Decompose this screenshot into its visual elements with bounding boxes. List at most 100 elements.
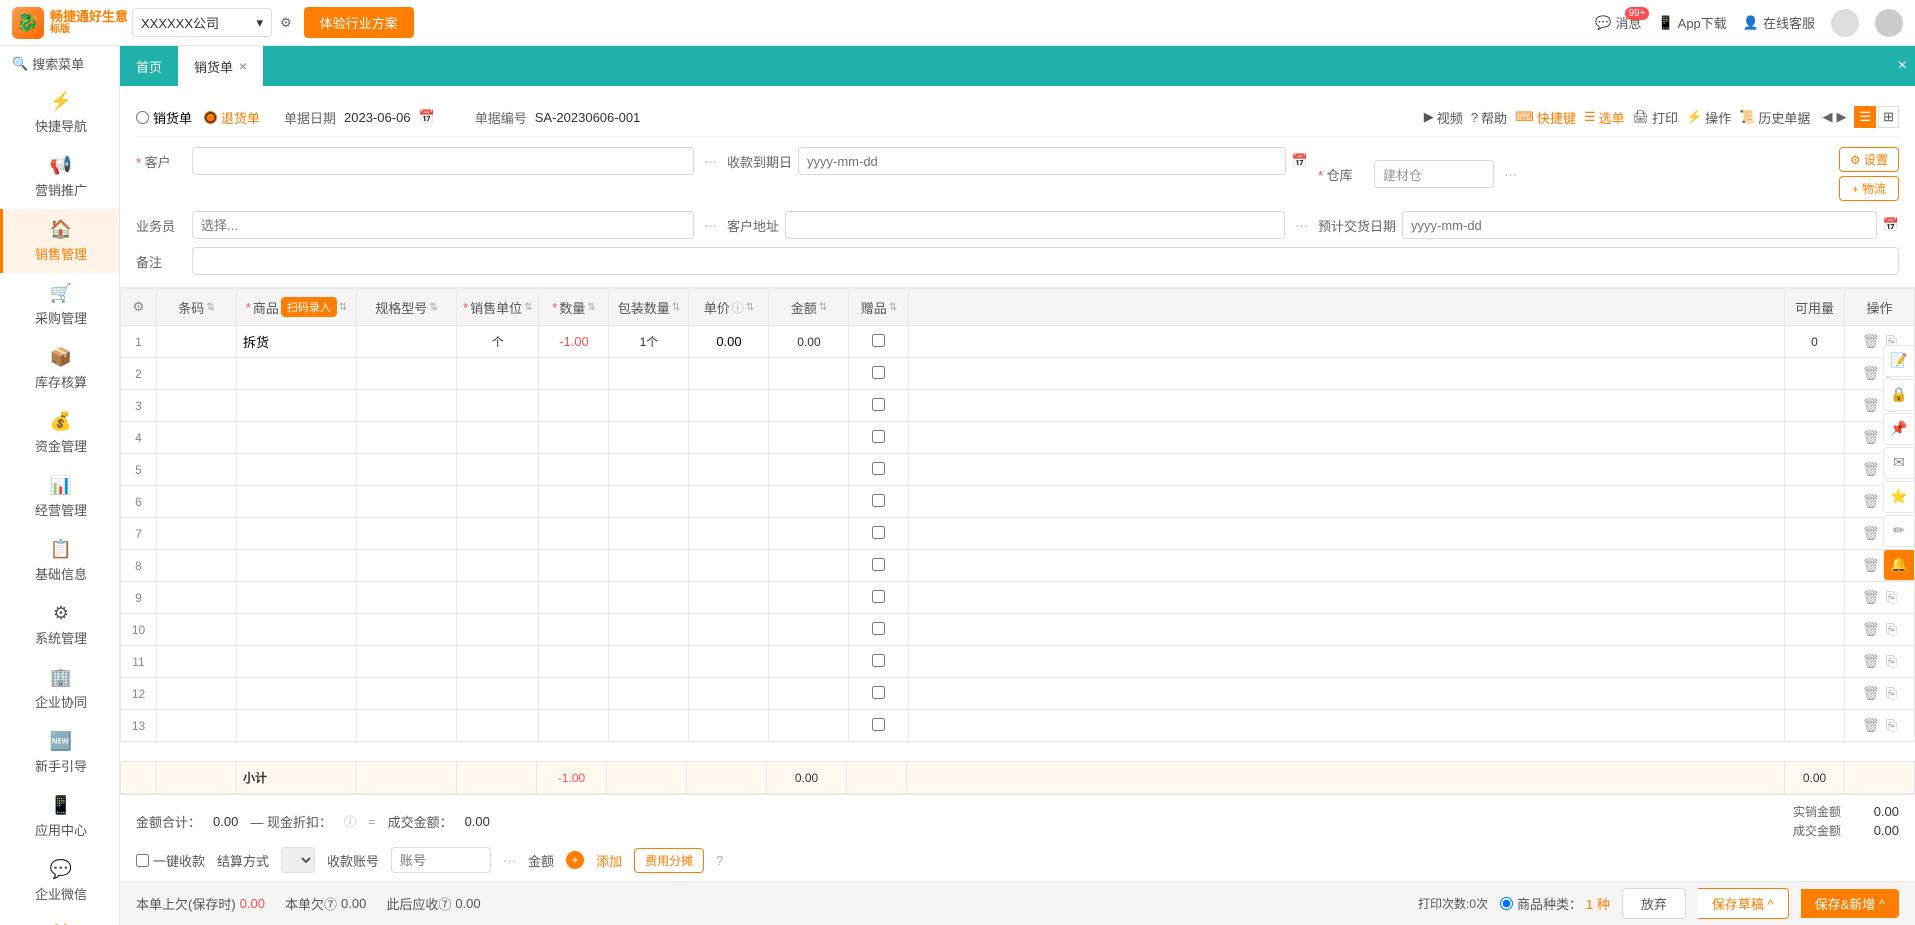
tab-close-icon[interactable]: × [239,58,247,74]
radio-return-order[interactable]: 退货单 [204,108,260,127]
row-remark[interactable] [909,614,1785,646]
row-price[interactable] [689,358,769,390]
row-barcode[interactable] [157,646,237,678]
unit-sort-icon[interactable]: ⇅ [524,302,532,313]
row-remark[interactable] [909,518,1785,550]
delete-icon[interactable]: 🗑 [1862,365,1880,382]
payment-date-input[interactable] [798,147,1286,175]
row-barcode[interactable] [157,710,237,742]
row-gift[interactable] [849,678,909,710]
row-price[interactable] [689,326,769,358]
row-gift[interactable] [849,358,909,390]
row-gift[interactable] [849,486,909,518]
sidebar-item-member[interactable]: 👑 畅会员 [0,913,119,925]
customer-input[interactable] [192,147,694,175]
choose-btn[interactable]: ☰ 选单 [1584,108,1625,127]
row-spec[interactable] [357,550,457,582]
delete-icon[interactable]: 🗑 [1862,685,1880,702]
row-goods[interactable] [237,422,357,454]
sidebar-item-guide[interactable]: 🆕 新手引导 [0,721,119,785]
row-qty[interactable] [539,358,609,390]
row-price[interactable] [689,390,769,422]
copy-icon[interactable]: ⎘ [1886,653,1897,670]
row-price[interactable] [689,710,769,742]
row-remark[interactable] [909,646,1785,678]
shortcut-btn[interactable]: ⌨ 快捷键 [1515,108,1576,127]
row-remark[interactable] [909,422,1785,454]
float-pin-icon[interactable]: 📌 [1883,413,1915,445]
row-price[interactable] [689,550,769,582]
sidebar-item-marketing[interactable]: 📢 营销推广 [0,145,119,209]
window-close-icon[interactable]: × [1898,57,1907,74]
row-gift[interactable] [849,550,909,582]
row-spec[interactable] [357,390,457,422]
app-download-button[interactable]: 📱 App下载 [1657,13,1726,32]
row-remark[interactable] [909,454,1785,486]
dots-icon[interactable]: ··· [503,853,516,868]
radio-sales-order[interactable]: 销货单 [136,108,192,127]
fee-help-icon[interactable]: ? [716,853,723,868]
delete-icon[interactable]: 🗑 [1862,493,1880,510]
row-price[interactable] [689,678,769,710]
row-gift[interactable] [849,454,909,486]
row-goods[interactable] [237,358,357,390]
row-goods[interactable] [237,710,357,742]
row-spec[interactable] [357,646,457,678]
row-goods[interactable] [237,486,357,518]
logistics-button[interactable]: + 物流 [1839,176,1899,201]
calendar-icon[interactable]: 📅 [419,109,435,125]
operate-btn[interactable]: ⚡ 操作 [1686,108,1731,127]
message-button[interactable]: 💬 消息 99+ [1595,13,1641,32]
delete-icon[interactable]: 🗑 [1862,621,1880,638]
customer-dots[interactable]: ··· [704,154,717,169]
sidebar-item-sales[interactable]: 🏠 销售管理 [0,209,119,273]
payment-calendar-icon[interactable]: 📅 [1292,153,1308,169]
search-menu[interactable]: 🔍 搜索菜单 [0,46,119,81]
row-gift[interactable] [849,646,909,678]
row-gift[interactable] [849,326,909,358]
trial-button[interactable]: 体验行业方案 [304,7,414,38]
row-qty[interactable] [539,486,609,518]
row-price[interactable] [689,582,769,614]
row-remark[interactable] [909,582,1785,614]
row-spec[interactable] [357,422,457,454]
copy-icon[interactable]: ⎘ [1886,685,1897,702]
user-avatar[interactable] [1831,9,1859,37]
sidebar-item-finance[interactable]: 💰 资金管理 [0,401,119,465]
barcode-sort-icon[interactable]: ⇅ [206,302,214,313]
sidebar-item-inventory[interactable]: 📦 库存核算 [0,337,119,401]
salesperson-input[interactable] [192,211,694,239]
row-goods[interactable] [237,390,357,422]
save-new-button[interactable]: 保存&新增 ^ [1801,889,1899,918]
row-spec[interactable] [357,358,457,390]
row-barcode[interactable] [157,326,237,358]
row-remark[interactable] [909,678,1785,710]
user-avatar2[interactable] [1875,9,1903,37]
row-gift[interactable] [849,518,909,550]
view-list-btn[interactable]: ☰ [1854,106,1876,128]
th-settings[interactable]: ⚙ [121,289,157,326]
row-qty[interactable] [539,518,609,550]
tab-sales-order[interactable]: 销货单 × [178,46,263,86]
print-btn[interactable]: 🖨 打印 [1633,108,1679,127]
row-qty[interactable] [539,646,609,678]
company-select[interactable]: XXXXXX公司 ▾ [132,8,272,37]
row-barcode[interactable] [157,486,237,518]
amount-sort-icon[interactable]: ⇅ [819,302,827,313]
row-remark[interactable] [909,710,1785,742]
sidebar-item-purchase[interactable]: 🛒 采购管理 [0,273,119,337]
sidebar-item-app-center[interactable]: 📱 应用中心 [0,785,119,849]
customer-addr-input[interactable] [785,211,1285,239]
row-remark[interactable] [909,486,1785,518]
goods-type-radio[interactable] [1500,897,1513,910]
row-qty[interactable] [539,454,609,486]
float-star-icon[interactable]: ⭐ [1883,481,1915,513]
row-remark[interactable] [909,390,1785,422]
row-goods[interactable] [237,518,357,550]
account-input[interactable] [391,847,491,873]
video-btn[interactable]: ▶ 视频 [1424,108,1463,127]
row-qty[interactable] [539,326,609,358]
delete-icon[interactable]: 🗑 [1862,525,1880,542]
pkgqty-sort-icon[interactable]: ⇅ [672,302,680,313]
float-lock-icon[interactable]: 🔒 [1883,379,1915,411]
